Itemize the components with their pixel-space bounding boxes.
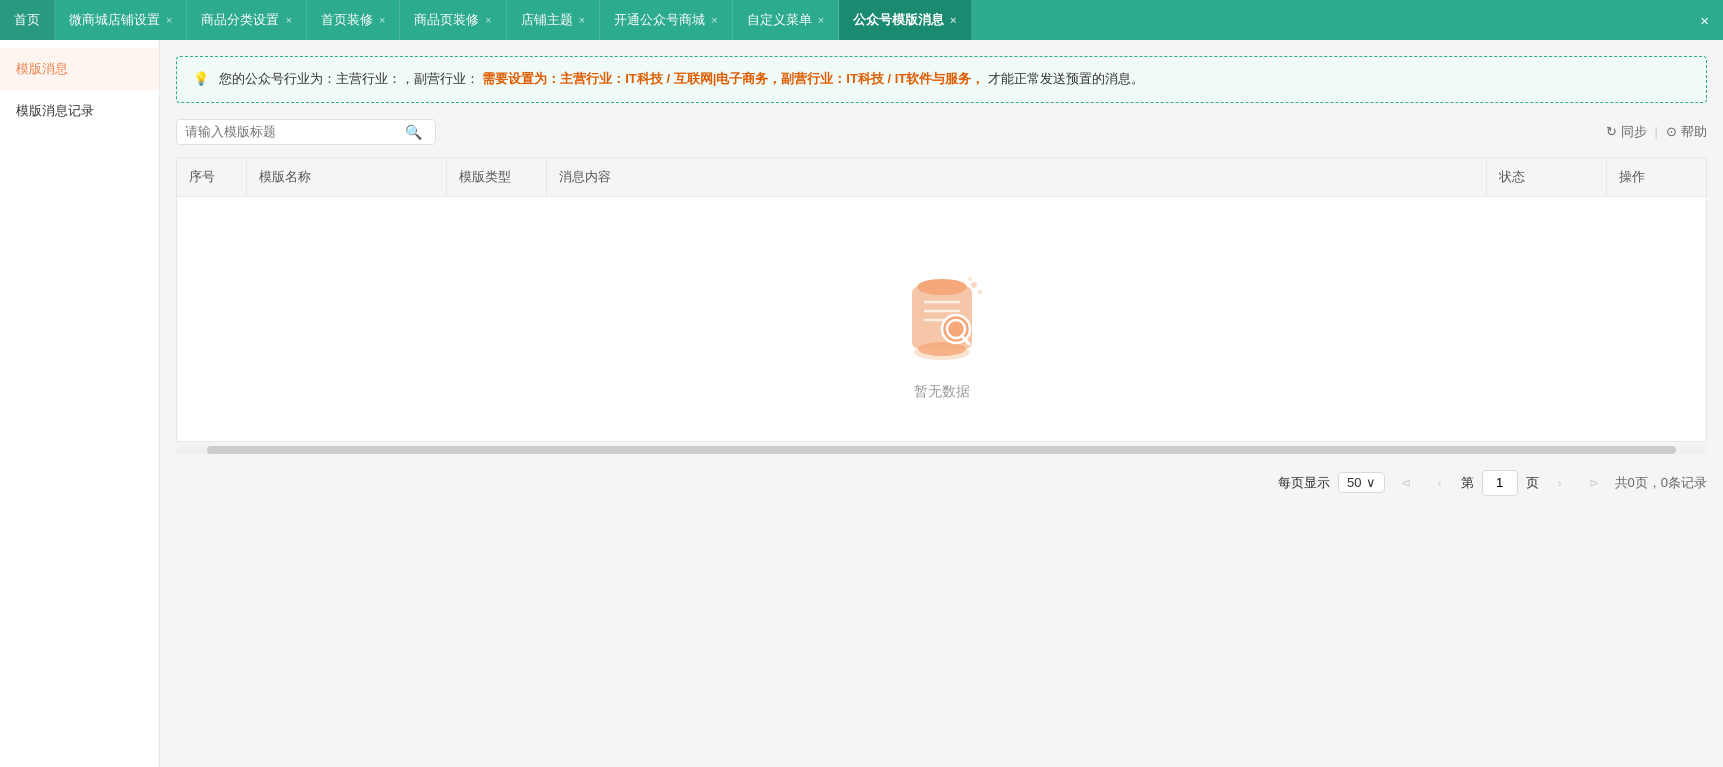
col-header-status: 状态: [1487, 157, 1607, 196]
nav-tab-custom-menu-label: 自定义菜单: [747, 11, 812, 29]
nav-tab-shop-theme-label: 店铺主题: [521, 11, 573, 29]
nav-tab-home-decor-label: 首页装修: [321, 11, 373, 29]
help-icon: ⊙: [1666, 124, 1677, 139]
nav-tab-template-msg-label: 公众号模版消息: [853, 11, 944, 29]
table-scrollbar[interactable]: [176, 446, 1707, 454]
nav-tab-template-msg[interactable]: 公众号模版消息 ×: [839, 0, 971, 40]
search-bar: 🔍 ↻ 同步 | ⊙ 帮助: [176, 119, 1707, 145]
search-actions: ↻ 同步 | ⊙ 帮助: [1606, 123, 1707, 141]
svg-point-2: [918, 342, 966, 356]
divider: |: [1655, 124, 1658, 139]
notice-banner: 💡 您的公众号行业为：主营行业：，副营行业： 需要设置为：主营行业：IT科技 /…: [176, 56, 1707, 103]
pagination: 每页显示 50 ∨ ⊲ ‹ 第 页 › ⊳ 共0页，0条记录: [176, 458, 1707, 500]
nav-tab-open-mall-label: 开通公众号商城: [614, 11, 705, 29]
notice-text-suffix: 才能正常发送预置的消息。: [988, 71, 1144, 86]
col-header-name: 模版名称: [247, 157, 447, 196]
sidebar-item-template-record[interactable]: 模版消息记录: [0, 90, 159, 132]
nav-tab-template-msg-close[interactable]: ×: [950, 14, 956, 26]
top-nav: 首页 微商城店铺设置 × 商品分类设置 × 首页装修 × 商品页装修 × 店铺主…: [0, 0, 1723, 40]
nav-tab-shop-theme-close[interactable]: ×: [579, 14, 585, 26]
sidebar: 模版消息 模版消息记录: [0, 40, 160, 767]
empty-state-cell: 暂无数据: [177, 196, 1707, 441]
help-label: 帮助: [1681, 123, 1707, 141]
nav-tab-product-decor[interactable]: 商品页装修 ×: [400, 0, 506, 40]
current-page-input[interactable]: [1482, 470, 1518, 496]
empty-state: 暂无数据: [177, 197, 1706, 441]
page-size-label: 每页显示: [1278, 474, 1330, 492]
search-input[interactable]: [185, 124, 405, 139]
first-page-button[interactable]: ⊲: [1393, 470, 1419, 496]
nav-tab-category-close[interactable]: ×: [285, 14, 291, 26]
nav-tab-micro-shop-close[interactable]: ×: [166, 14, 172, 26]
notice-icon: 💡: [193, 71, 209, 86]
sidebar-item-template-label: 模版消息: [16, 61, 68, 76]
empty-icon: [892, 257, 992, 367]
nav-tab-category[interactable]: 商品分类设置 ×: [187, 0, 306, 40]
prev-page-button[interactable]: ‹: [1427, 470, 1453, 496]
data-table: 序号 模版名称 模版类型 消息内容 状态 操作: [176, 157, 1707, 442]
svg-point-1: [917, 279, 967, 295]
nav-tab-home-decor-close[interactable]: ×: [379, 14, 385, 26]
nav-tab-open-mall-close[interactable]: ×: [711, 14, 717, 26]
table-scrollbar-inner: [207, 446, 1677, 454]
svg-point-10: [978, 290, 982, 294]
nav-tab-home-decor[interactable]: 首页装修 ×: [307, 0, 400, 40]
nav-tab-product-decor-close[interactable]: ×: [485, 14, 491, 26]
notice-highlight: 需要设置为：主营行业：IT科技 / 互联网|电子商务，副营行业：IT科技 / I…: [482, 71, 984, 86]
page-prefix: 第: [1461, 474, 1474, 492]
nav-tab-shop-theme[interactable]: 店铺主题 ×: [507, 0, 600, 40]
last-page-button[interactable]: ⊳: [1581, 470, 1607, 496]
help-button[interactable]: ⊙ 帮助: [1666, 123, 1707, 141]
search-icon[interactable]: 🔍: [405, 124, 422, 140]
notice-text-prefix: 您的公众号行业为：主营行业：，副营行业：: [219, 71, 479, 86]
sidebar-item-template[interactable]: 模版消息: [0, 48, 159, 90]
content-area: 💡 您的公众号行业为：主营行业：，副营行业： 需要设置为：主营行业：IT科技 /…: [160, 40, 1723, 767]
close-all-button[interactable]: ×: [1686, 12, 1723, 29]
nav-tab-home-label: 首页: [14, 11, 40, 29]
sidebar-item-template-record-label: 模版消息记录: [16, 103, 94, 118]
nav-tab-custom-menu[interactable]: 自定义菜单 ×: [733, 0, 839, 40]
table-header: 序号 模版名称 模版类型 消息内容 状态 操作: [177, 157, 1707, 196]
sync-icon: ↻: [1606, 124, 1617, 139]
col-header-seq: 序号: [177, 157, 247, 196]
svg-point-9: [971, 282, 977, 288]
total-info: 共0页，0条记录: [1615, 474, 1707, 492]
main-layout: 模版消息 模版消息记录 💡 您的公众号行业为：主营行业：，副营行业： 需要设置为…: [0, 40, 1723, 767]
col-header-action: 操作: [1607, 157, 1707, 196]
nav-tab-home[interactable]: 首页: [0, 0, 55, 40]
nav-tab-micro-shop-label: 微商城店铺设置: [69, 11, 160, 29]
next-page-button[interactable]: ›: [1547, 470, 1573, 496]
page-size-value: 50: [1347, 475, 1361, 490]
sync-label: 同步: [1621, 123, 1647, 141]
empty-text: 暂无数据: [177, 383, 1706, 401]
col-header-content: 消息内容: [547, 157, 1487, 196]
nav-tab-open-mall[interactable]: 开通公众号商城 ×: [600, 0, 732, 40]
page-size-select[interactable]: 50 ∨: [1338, 472, 1384, 493]
nav-tab-micro-shop[interactable]: 微商城店铺设置 ×: [55, 0, 187, 40]
table-body: 暂无数据: [177, 196, 1707, 441]
nav-tab-category-label: 商品分类设置: [201, 11, 279, 29]
page-label: 页: [1526, 474, 1539, 492]
nav-tab-product-decor-label: 商品页装修: [414, 11, 479, 29]
svg-point-11: [968, 277, 972, 281]
sync-button[interactable]: ↻ 同步: [1606, 123, 1647, 141]
search-input-wrap[interactable]: 🔍: [176, 119, 436, 145]
nav-tab-custom-menu-close[interactable]: ×: [818, 14, 824, 26]
col-header-type: 模版类型: [447, 157, 547, 196]
page-size-chevron: ∨: [1366, 475, 1376, 490]
